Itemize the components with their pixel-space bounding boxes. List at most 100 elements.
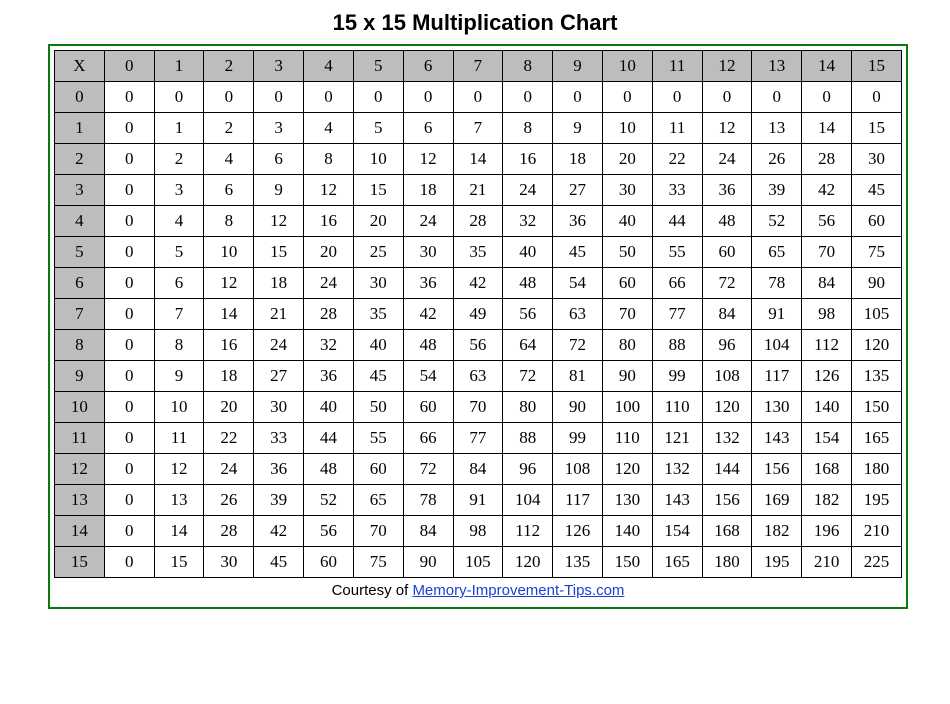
table-cell: 180: [702, 547, 752, 578]
table-cell: 90: [553, 392, 603, 423]
table-row: 2024681012141618202224262830: [55, 144, 902, 175]
table-cell: 0: [104, 299, 154, 330]
table-cell: 49: [453, 299, 503, 330]
footer-link[interactable]: Memory-Improvement-Tips.com: [412, 582, 624, 599]
table-cell: 32: [304, 330, 354, 361]
multiplication-table: X012345678910111213141500000000000000000…: [54, 50, 902, 578]
table-cell: 16: [204, 330, 254, 361]
table-cell: 75: [852, 237, 902, 268]
table-cell: 26: [752, 144, 802, 175]
row-header: 4: [55, 206, 105, 237]
table-cell: 105: [453, 547, 503, 578]
table-cell: 13: [752, 113, 802, 144]
table-cell: 22: [652, 144, 702, 175]
table-cell: 56: [503, 299, 553, 330]
table-cell: 4: [304, 113, 354, 144]
table-cell: 0: [602, 82, 652, 113]
column-header: 13: [752, 51, 802, 82]
table-cell: 135: [553, 547, 603, 578]
table-cell: 77: [453, 423, 503, 454]
table-cell: 12: [154, 454, 204, 485]
row-header: 10: [55, 392, 105, 423]
table-cell: 6: [204, 175, 254, 206]
table-cell: 21: [453, 175, 503, 206]
table-cell: 60: [702, 237, 752, 268]
table-cell: 20: [602, 144, 652, 175]
table-row: 30369121518212427303336394245: [55, 175, 902, 206]
table-cell: 42: [453, 268, 503, 299]
table-cell: 81: [553, 361, 603, 392]
table-cell: 132: [702, 423, 752, 454]
table-cell: 0: [702, 82, 752, 113]
table-cell: 42: [802, 175, 852, 206]
table-cell: 210: [852, 516, 902, 547]
table-cell: 14: [204, 299, 254, 330]
table-border-wrap: X012345678910111213141500000000000000000…: [48, 44, 908, 609]
table-row: 110112233445566778899110121132143154165: [55, 423, 902, 454]
table-cell: 130: [602, 485, 652, 516]
table-cell: 9: [553, 113, 603, 144]
table-cell: 28: [204, 516, 254, 547]
table-cell: 30: [254, 392, 304, 423]
column-header: 3: [254, 51, 304, 82]
table-cell: 98: [802, 299, 852, 330]
table-cell: 54: [553, 268, 603, 299]
table-row: 90918273645546372819099108117126135: [55, 361, 902, 392]
table-cell: 26: [204, 485, 254, 516]
table-cell: 126: [553, 516, 603, 547]
table-cell: 154: [802, 423, 852, 454]
table-cell: 130: [752, 392, 802, 423]
table-cell: 52: [752, 206, 802, 237]
table-cell: 45: [852, 175, 902, 206]
column-header: 0: [104, 51, 154, 82]
table-cell: 5: [154, 237, 204, 268]
table-cell: 24: [702, 144, 752, 175]
row-header: 11: [55, 423, 105, 454]
column-header: 12: [702, 51, 752, 82]
table-cell: 0: [104, 113, 154, 144]
page-title: 15 x 15 Multiplication Chart: [48, 10, 902, 36]
table-cell: 150: [602, 547, 652, 578]
table-cell: 48: [702, 206, 752, 237]
table-cell: 32: [503, 206, 553, 237]
table-cell: 112: [503, 516, 553, 547]
table-cell: 36: [403, 268, 453, 299]
table-cell: 10: [154, 392, 204, 423]
table-cell: 90: [852, 268, 902, 299]
table-cell: 63: [553, 299, 603, 330]
table-cell: 0: [553, 82, 603, 113]
table-cell: 104: [752, 330, 802, 361]
table-cell: 45: [254, 547, 304, 578]
table-cell: 44: [652, 206, 702, 237]
table-cell: 0: [104, 330, 154, 361]
table-cell: 110: [602, 423, 652, 454]
table-cell: 88: [652, 330, 702, 361]
table-row: 1201224364860728496108120132144156168180: [55, 454, 902, 485]
table-cell: 18: [204, 361, 254, 392]
table-cell: 0: [104, 144, 154, 175]
table-cell: 28: [304, 299, 354, 330]
table-cell: 15: [154, 547, 204, 578]
table-cell: 60: [403, 392, 453, 423]
table-cell: 12: [204, 268, 254, 299]
table-cell: 182: [752, 516, 802, 547]
table-cell: 105: [852, 299, 902, 330]
table-cell: 75: [353, 547, 403, 578]
table-cell: 0: [104, 423, 154, 454]
table-cell: 11: [154, 423, 204, 454]
table-cell: 48: [304, 454, 354, 485]
table-cell: 1: [154, 113, 204, 144]
table-cell: 120: [852, 330, 902, 361]
table-cell: 182: [802, 485, 852, 516]
corner-cell: X: [55, 51, 105, 82]
table-cell: 120: [702, 392, 752, 423]
table-cell: 18: [553, 144, 603, 175]
table-cell: 0: [304, 82, 354, 113]
table-cell: 0: [104, 547, 154, 578]
column-header: 14: [802, 51, 852, 82]
table-cell: 112: [802, 330, 852, 361]
table-cell: 110: [652, 392, 702, 423]
table-cell: 25: [353, 237, 403, 268]
table-cell: 16: [304, 206, 354, 237]
column-header: 4: [304, 51, 354, 82]
